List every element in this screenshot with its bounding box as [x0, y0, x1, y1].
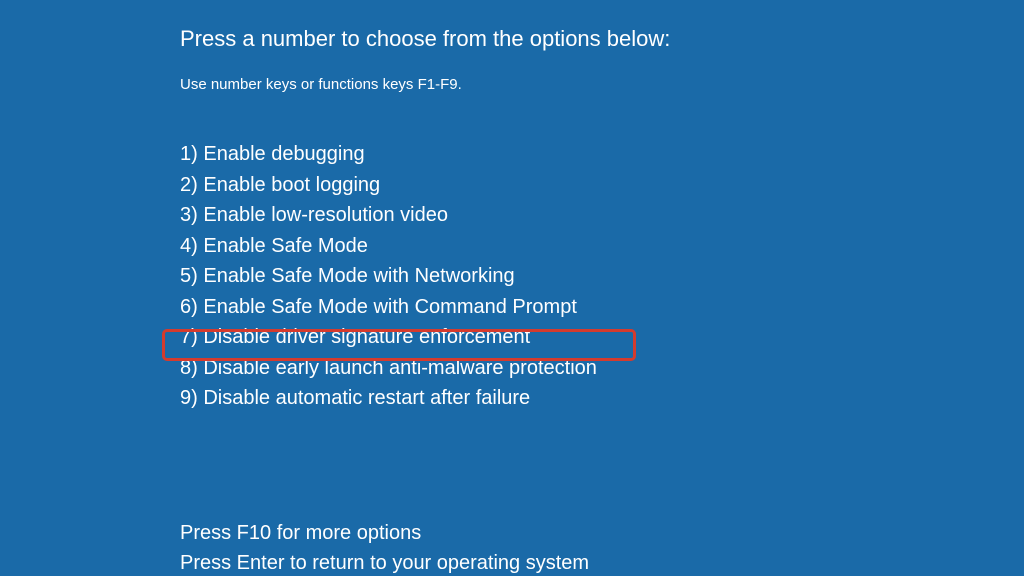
option-5[interactable]: 5) Enable Safe Mode with Networking	[180, 261, 1024, 292]
option-number: 1)	[180, 143, 198, 165]
option-label: Disable driver signature enforcement	[203, 326, 530, 348]
option-1[interactable]: 1) Enable debugging	[180, 139, 1024, 170]
startup-options-list: 1) Enable debugging 2) Enable boot loggi…	[180, 139, 1024, 414]
instruction-text: Press a number to choose from the option…	[180, 26, 1024, 52]
option-9[interactable]: 9) Disable automatic restart after failu…	[180, 383, 1024, 414]
option-2[interactable]: 2) Enable boot logging	[180, 170, 1024, 201]
option-7[interactable]: 7) Disable driver signature enforcement	[180, 322, 1024, 353]
option-number: 4)	[180, 235, 198, 257]
option-label: Disable early launch anti-malware protec…	[203, 357, 597, 379]
option-label: Enable Safe Mode with Command Prompt	[203, 296, 577, 318]
option-label: Enable Safe Mode	[203, 235, 368, 257]
option-label: Enable Safe Mode with Networking	[203, 265, 514, 287]
option-number: 2)	[180, 174, 198, 196]
option-8[interactable]: 8) Disable early launch anti-malware pro…	[180, 353, 1024, 384]
option-number: 5)	[180, 265, 198, 287]
hint-text: Use number keys or functions keys F1-F9.	[180, 76, 1024, 93]
option-number: 7)	[180, 326, 198, 348]
option-number: 6)	[180, 296, 198, 318]
option-4[interactable]: 4) Enable Safe Mode	[180, 231, 1024, 262]
option-number: 3)	[180, 204, 198, 226]
return-text: Press Enter to return to your operating …	[180, 548, 1024, 576]
more-options-text: Press F10 for more options	[180, 518, 1024, 548]
option-number: 9)	[180, 387, 198, 409]
option-label: Disable automatic restart after failure	[203, 387, 530, 409]
option-label: Enable debugging	[203, 143, 364, 165]
option-3[interactable]: 3) Enable low-resolution video	[180, 200, 1024, 231]
option-number: 8)	[180, 357, 198, 379]
option-6[interactable]: 6) Enable Safe Mode with Command Prompt	[180, 292, 1024, 323]
footer-instructions: Press F10 for more options Press Enter t…	[180, 518, 1024, 576]
option-label: Enable low-resolution video	[203, 204, 448, 226]
option-label: Enable boot logging	[203, 174, 380, 196]
